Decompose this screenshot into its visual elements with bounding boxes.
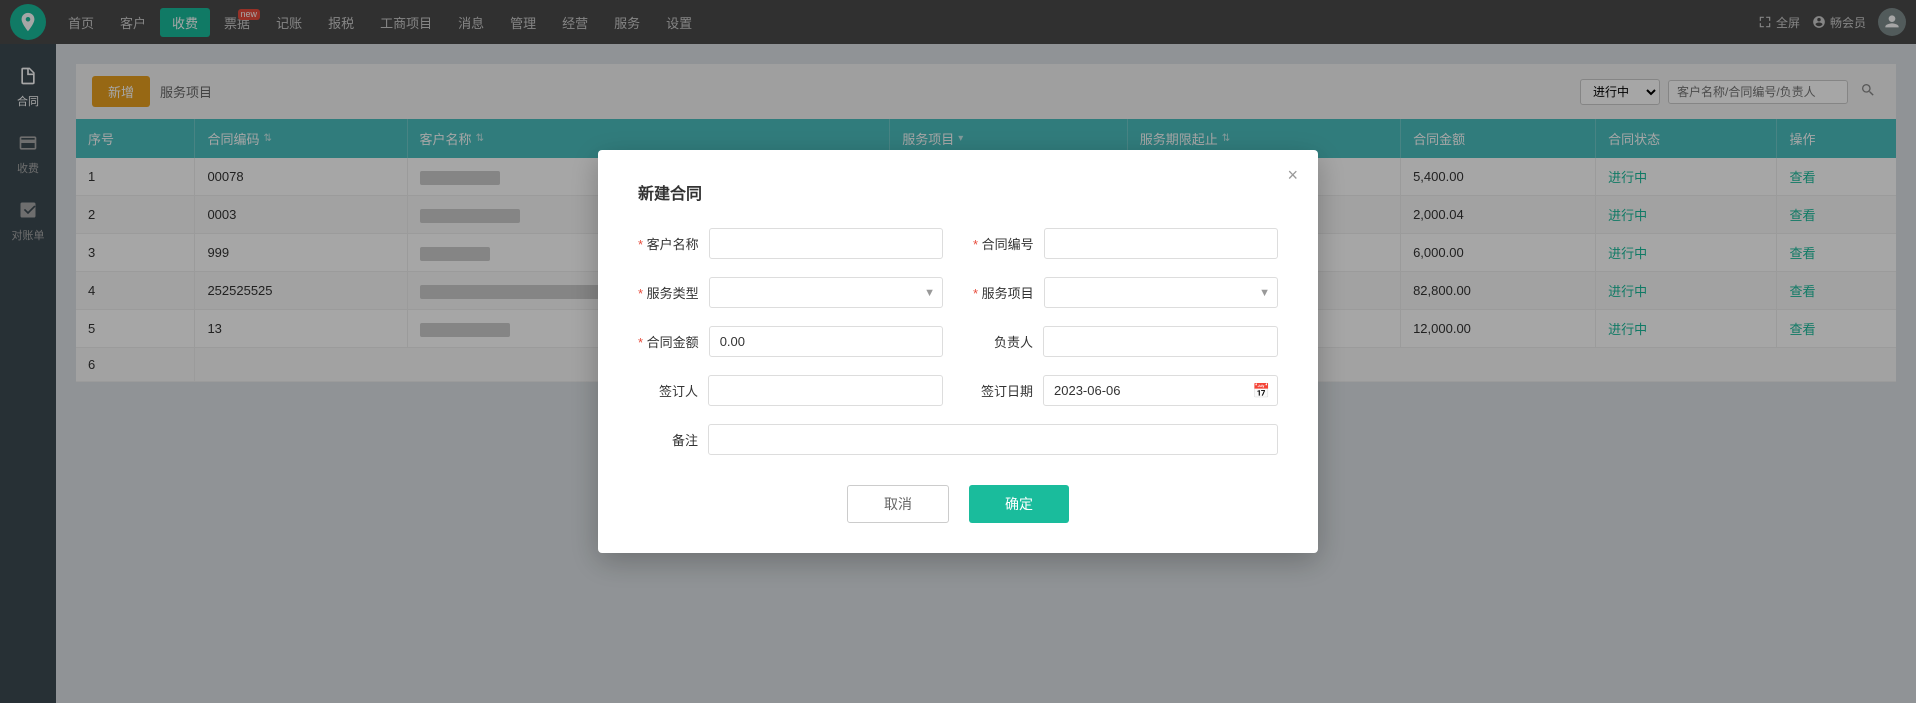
amount-label: 合同金额 xyxy=(638,332,699,351)
amount-input[interactable] xyxy=(709,326,943,357)
signer-input[interactable] xyxy=(708,375,943,406)
contract-no-label: 合同编号 xyxy=(973,234,1034,253)
form-row-service-item: 服务项目 ▼ xyxy=(973,277,1278,308)
service-type-select[interactable] xyxy=(709,277,943,308)
customer-name-input[interactable] xyxy=(709,228,943,259)
form-row-service-type: 服务类型 ▼ xyxy=(638,277,943,308)
responsible-label: 负责人 xyxy=(973,332,1033,351)
sign-date-wrapper: 📅 xyxy=(1043,375,1278,406)
modal-title: 新建合同 xyxy=(638,180,1278,204)
confirm-button[interactable]: 确定 xyxy=(969,485,1069,523)
form-row-contract-no: 合同编号 xyxy=(973,228,1278,259)
modal-new-contract: 新建合同 × 客户名称 合同编号 服务类型 ▼ xyxy=(598,150,1318,553)
form-row-amount: 合同金额 xyxy=(638,326,943,357)
form-row-customer: 客户名称 xyxy=(638,228,943,259)
sign-date-label: 签订日期 xyxy=(973,381,1033,400)
form-row-signer: 签订人 xyxy=(638,375,943,406)
form-row-responsible: 负责人 xyxy=(973,326,1278,357)
service-item-select[interactable] xyxy=(1044,277,1278,308)
cancel-button[interactable]: 取消 xyxy=(847,485,949,523)
customer-name-label: 客户名称 xyxy=(638,234,699,253)
modal-footer: 取消 确定 xyxy=(638,485,1278,523)
service-item-label: 服务项目 xyxy=(973,283,1034,302)
service-type-label: 服务类型 xyxy=(638,283,699,302)
sign-date-input[interactable] xyxy=(1043,375,1278,406)
modal-overlay[interactable]: 新建合同 × 客户名称 合同编号 服务类型 ▼ xyxy=(0,0,1916,703)
signer-label: 签订人 xyxy=(638,381,698,400)
service-type-select-wrapper: ▼ xyxy=(709,277,943,308)
remark-label: 备注 xyxy=(638,430,698,449)
form-row-sign-date: 签订日期 📅 xyxy=(973,375,1278,406)
remark-input[interactable] xyxy=(708,424,1278,455)
contract-no-input[interactable] xyxy=(1044,228,1278,259)
responsible-input[interactable] xyxy=(1043,326,1278,357)
form-row-remark: 备注 xyxy=(638,424,1278,455)
form-grid: 客户名称 合同编号 服务类型 ▼ 服务项目 xyxy=(638,228,1278,455)
service-item-select-wrapper: ▼ xyxy=(1044,277,1278,308)
modal-close-button[interactable]: × xyxy=(1287,166,1298,184)
